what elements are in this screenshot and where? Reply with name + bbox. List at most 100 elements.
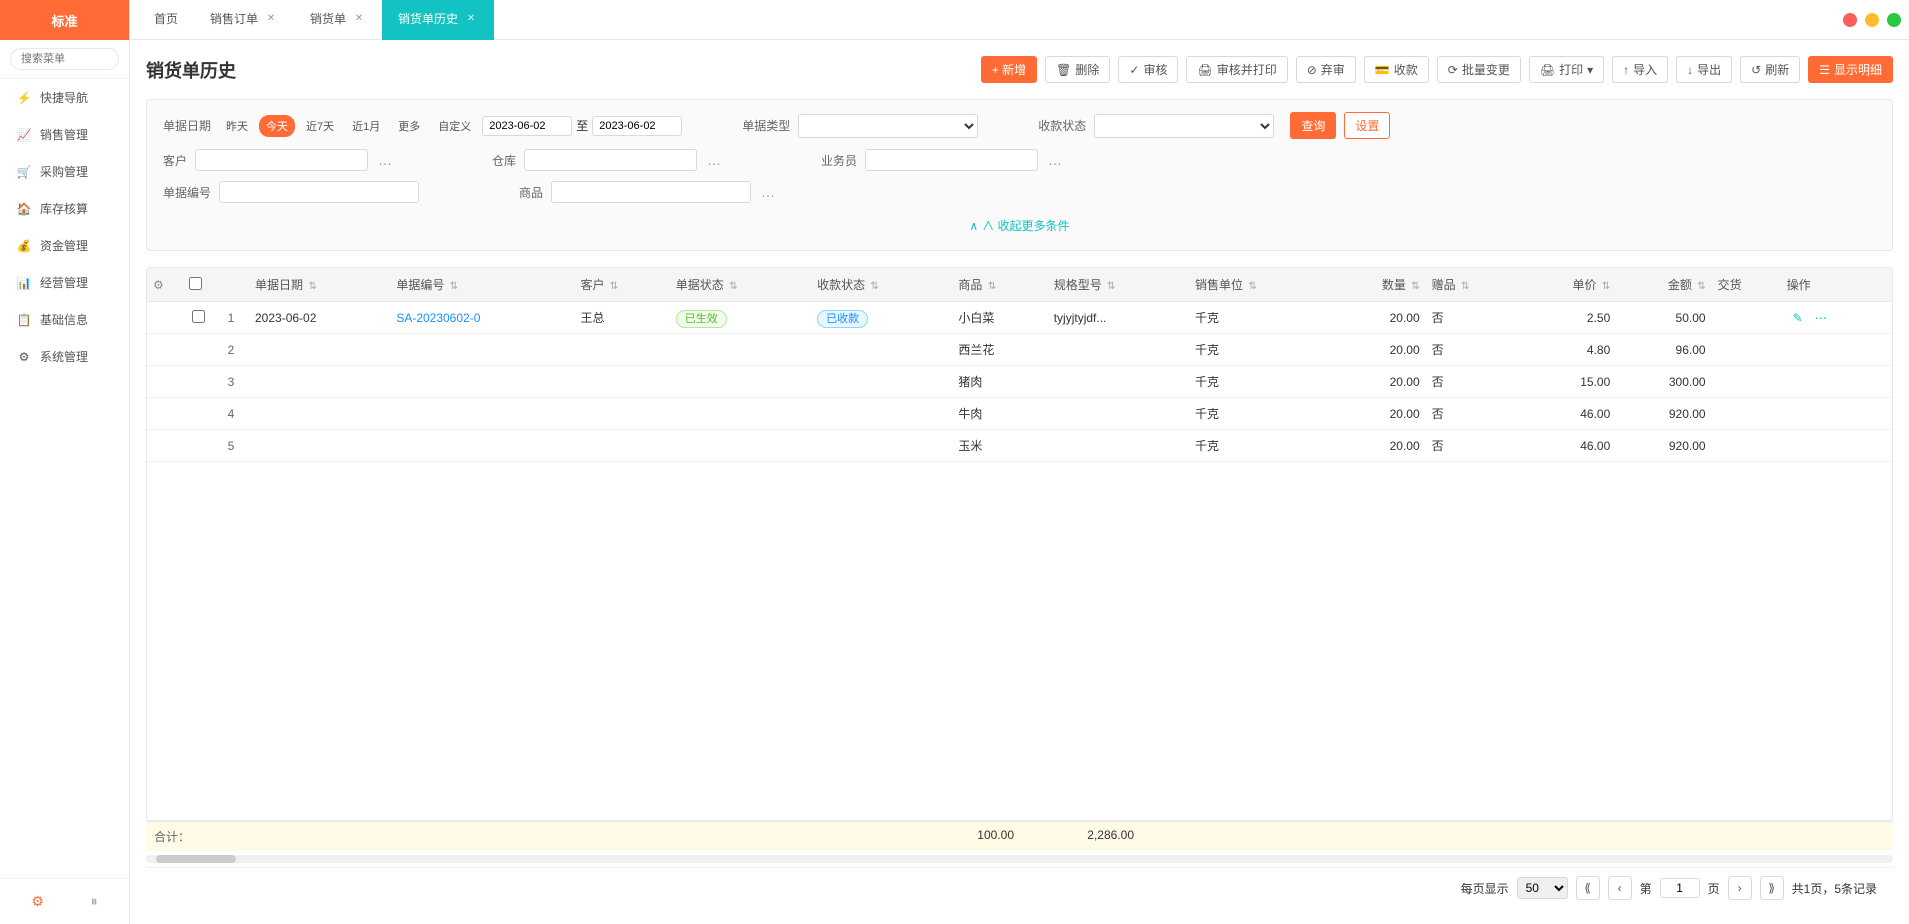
tab-sales-history-close[interactable]: ✕ [464,12,478,26]
window-minimize-btn[interactable] [1865,13,1879,27]
th-pay-status[interactable]: 收款状态 ⇅ [811,268,952,302]
window-maximize-btn[interactable] [1887,13,1901,27]
show-details-icon: ☰ [1819,63,1830,77]
sidebar-item-sales-mgmt[interactable]: 📈 销售管理 [0,116,129,153]
th-amount[interactable]: 金额 ⇅ [1616,268,1711,302]
abandon-button[interactable]: ⊘ 弃审 [1296,56,1356,83]
select-all-checkbox[interactable] [189,277,202,290]
cell-qty: 20.00 [1330,430,1425,462]
staff-input[interactable] [865,149,1038,171]
type-select[interactable] [798,114,978,138]
sidebar-collapse-icon[interactable]: ⏸ [91,893,98,910]
settings-button[interactable]: 设置 [1344,112,1390,139]
batch-change-button[interactable]: ⟳ 批量变更 [1437,56,1521,83]
th-date[interactable]: 单据日期 ⇅ [249,268,390,302]
warehouse-dots[interactable]: … [707,152,721,168]
cell-spec [1048,430,1189,462]
th-doc-status[interactable]: 单据状态 ⇅ [670,268,811,302]
date-btn-custom[interactable]: 自定义 [431,115,478,137]
page-number-input[interactable] [1660,878,1700,898]
delete-button[interactable]: 🗑 删除 [1045,56,1110,83]
collect-button[interactable]: 💳 收款 [1364,56,1429,83]
audit-button[interactable]: ✓ 审核 [1118,56,1178,83]
sidebar-item-system-mgmt[interactable]: ⚙ 系统管理 [0,338,129,375]
staff-dots[interactable]: … [1048,152,1062,168]
th-goods[interactable]: 商品 ⇅ [952,268,1047,302]
cell-price: 15.00 [1521,366,1616,398]
th-gift[interactable]: 赠品 ⇅ [1426,268,1521,302]
row-checkbox[interactable] [192,310,205,323]
date-btn-1month[interactable]: 近1月 [345,115,387,137]
customer-dots[interactable]: … [378,152,392,168]
tab-sales-history[interactable]: 销货单历史 ✕ [382,0,494,40]
refresh-button[interactable]: ↺ 刷新 [1740,56,1800,83]
print-button[interactable]: 🖨 打印 ▾ [1529,56,1604,83]
th-price[interactable]: 单价 ⇅ [1521,268,1616,302]
next-page-button[interactable]: › [1728,876,1752,900]
sidebar-item-finance[interactable]: 💰 资金管理 [0,227,129,264]
doc-no-link[interactable]: SA-20230602-0 [396,311,480,325]
sidebar-item-basic-info[interactable]: 📋 基础信息 [0,301,129,338]
footer-total-label: 合计： [154,830,190,844]
audit-print-button[interactable]: 🖨 审核并打印 [1186,56,1287,83]
tab-sales-goods-close[interactable]: ✕ [352,12,366,26]
last-page-button[interactable]: ⟫ [1760,876,1784,900]
query-button[interactable]: 查询 [1290,112,1336,139]
date-from-input[interactable] [482,116,572,136]
more-action-btn[interactable]: ⋯ [1809,309,1833,327]
footer-qty-spacer: 100.00 [334,828,1014,845]
export-button[interactable]: ↓ 导出 [1676,56,1732,83]
inventory-icon: 🏠 [16,201,32,217]
import-button[interactable]: ↑ 导入 [1612,56,1668,83]
cell-doc-no [390,430,574,462]
edit-action-btn[interactable]: ✎ [1787,309,1809,327]
customer-input[interactable] [195,149,368,171]
show-details-button[interactable]: ☰ 显示明细 [1808,56,1893,83]
cell-pay-status [811,334,952,366]
cell-spec [1048,366,1189,398]
doc-no-input[interactable] [219,181,419,203]
new-button[interactable]: + 新增 [981,56,1037,83]
sidebar-item-quick-nav[interactable]: ⚡ 快捷导航 [0,79,129,116]
th-spec[interactable]: 规格型号 ⇅ [1048,268,1189,302]
goods-dots[interactable]: … [761,184,775,200]
content-area: 销货单历史 + 新增 🗑 删除 ✓ 审核 🖨 审核并打印 ⊘ 弃审 [130,40,1909,924]
sort-qty-icon: ⇅ [1411,281,1419,292]
tab-home[interactable]: 首页 [138,0,194,40]
sidebar-item-inventory[interactable]: 🏠 库存核算 [0,190,129,227]
th-settings: ⚙ [147,268,183,302]
th-trade[interactable]: 交货 [1712,268,1781,302]
date-btn-more[interactable]: 更多 [391,115,427,137]
sidebar-settings-icon[interactable]: ⚙ [31,893,44,910]
tab-sales-goods[interactable]: 销货单 ✕ [294,0,382,40]
th-doc-no[interactable]: 单据编号 ⇅ [390,268,574,302]
first-page-button[interactable]: ⟪ [1576,876,1600,900]
date-btn-yesterday[interactable]: 昨天 [219,115,255,137]
cell-unit: 千克 [1189,366,1330,398]
date-to-input[interactable] [592,116,682,136]
scrollbar-thumb[interactable] [156,855,236,863]
goods-input[interactable] [551,181,751,203]
collapse-button[interactable]: ∧ ∧ 收起更多条件 [969,213,1069,238]
window-close-btn[interactable] [1843,13,1857,27]
tab-sales-order[interactable]: 销售订单 ✕ [194,0,294,40]
search-menu-input[interactable] [10,48,119,70]
th-qty[interactable]: 数量 ⇅ [1330,268,1425,302]
tab-sales-order-close[interactable]: ✕ [264,12,278,26]
pay-status-badge: 已收款 [817,310,868,328]
page-size-select[interactable]: 50 100 [1517,877,1568,899]
cell-rownum: 3 [213,366,249,398]
filter-pay-status: 收款状态 查询 设置 [1038,112,1390,139]
sidebar-item-purchase-mgmt[interactable]: 🛒 采购管理 [0,153,129,190]
pay-status-select[interactable] [1094,114,1274,138]
prev-page-button[interactable]: ‹ [1608,876,1632,900]
sidebar-item-operation[interactable]: 📊 经营管理 [0,264,129,301]
column-settings-icon[interactable]: ⚙ [153,278,164,292]
date-btn-7days[interactable]: 近7天 [299,115,341,137]
cell-doc-no [390,398,574,430]
warehouse-input[interactable] [524,149,697,171]
th-unit[interactable]: 销售单位 ⇅ [1189,268,1330,302]
date-btn-today[interactable]: 今天 [259,115,295,137]
cell-rownum: 2 [213,334,249,366]
th-customer[interactable]: 客户 ⇅ [574,268,669,302]
